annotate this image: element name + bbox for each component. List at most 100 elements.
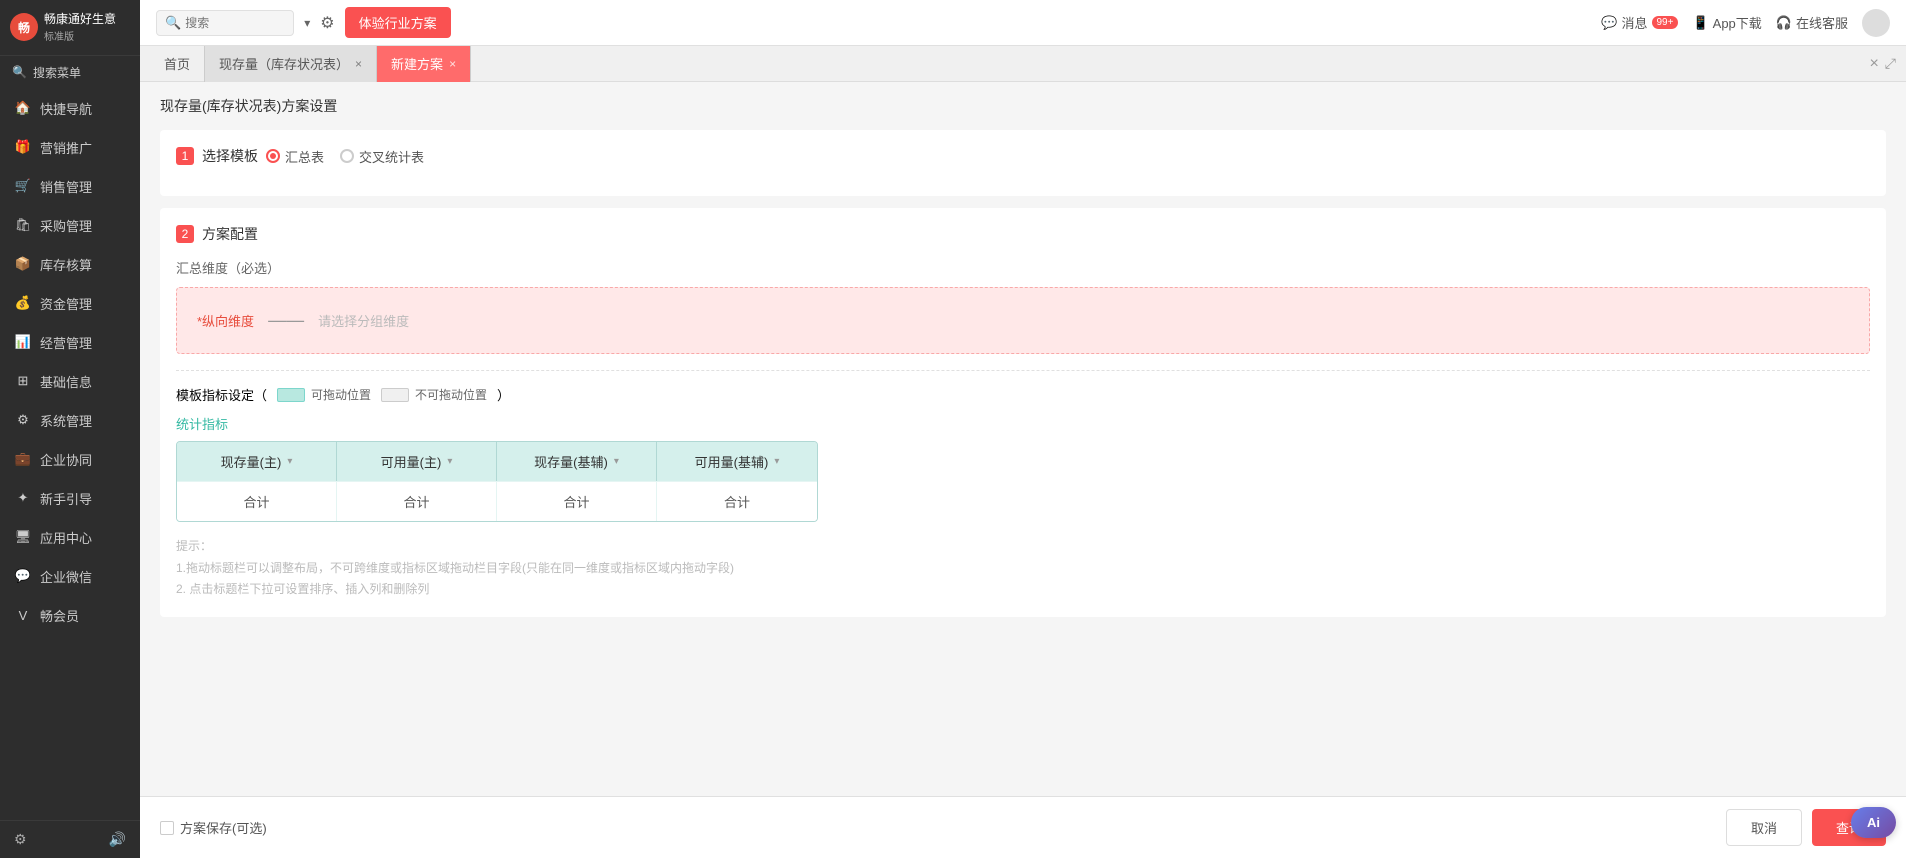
- app-download-button[interactable]: 📱 App下载: [1692, 13, 1761, 32]
- tab-new-plan-close[interactable]: ×: [449, 57, 456, 71]
- topbar-search-input[interactable]: [185, 16, 285, 30]
- indicator-col-2-chevron: ▾: [614, 456, 619, 467]
- step1-header: 1 选择模板 汇总表 交叉统计表: [176, 146, 1870, 166]
- sidebar-item-quick-nav[interactable]: 🏠 快捷导航: [0, 89, 140, 128]
- dim-arrow: ——: [268, 310, 304, 331]
- step2-header: 2 方案配置: [176, 224, 1870, 244]
- star-icon: ✦: [14, 489, 32, 507]
- indicator-col-1[interactable]: 可用量(主) ▾: [337, 442, 497, 481]
- sidebar-item-inventory[interactable]: 📦 库存核算: [0, 245, 140, 284]
- topbar-right: 💬 消息 99+ 📱 App下载 🎧 在线客服: [1601, 9, 1890, 37]
- chart-icon: 📊: [14, 333, 32, 351]
- tabbar: 首页 现存量（库存状况表） × 新建方案 × × ⤢: [140, 46, 1906, 82]
- indicator-col-1-chevron: ▾: [447, 456, 452, 467]
- indicator-col-3-label: 可用量(基辅): [695, 452, 769, 471]
- dim-placeholder: 请选择分组维度: [318, 311, 409, 330]
- radio-cross-label: 交叉统计表: [359, 147, 424, 166]
- save-option[interactable]: 方案保存(可选): [160, 818, 267, 837]
- radio-summary-dot: [266, 149, 280, 163]
- settings-icon: ⚙: [14, 411, 32, 429]
- save-checkbox[interactable]: [160, 821, 174, 835]
- sidebar-item-enterprise[interactable]: 💼 企业协同: [0, 440, 140, 479]
- radio-summary-label: 汇总表: [285, 147, 324, 166]
- indicator-col-0[interactable]: 现存量(主) ▾: [177, 442, 337, 481]
- step1-num: 1: [176, 147, 194, 165]
- topbar-gear-icon[interactable]: ⚙: [320, 13, 334, 33]
- app-logo: 畅 畅康通好生意 标准版: [0, 0, 140, 56]
- topbar: 🔍 ▾ ⚙ 体验行业方案 💬 消息 99+ 📱 App下载 🎧 在线客服: [140, 0, 1906, 46]
- audio-footer-icon[interactable]: 🔊: [109, 831, 126, 848]
- sidebar-item-marketing[interactable]: 🎁 营销推广: [0, 128, 140, 167]
- message-label: 消息: [1621, 13, 1647, 32]
- footer-bar: 方案保存(可选) 取消 查询: [140, 796, 1906, 858]
- sidebar-item-purchase[interactable]: 🛍 采购管理: [0, 206, 140, 245]
- indicator-table: 现存量(主) ▾ 可用量(主) ▾ 现存量(基辅) ▾ 可用量(基辅) ▾: [176, 441, 818, 522]
- indicator-label-row: 模板指标设定（ 可拖动位置 不可拖动位置 ）: [176, 385, 1870, 404]
- topbar-search-box[interactable]: 🔍: [156, 10, 294, 36]
- legend-draggable-box: [277, 388, 305, 402]
- message-button[interactable]: 💬 消息 99+: [1601, 13, 1678, 32]
- cart-icon: 🛒: [14, 177, 32, 195]
- sidebar-item-sales[interactable]: 🛒 销售管理: [0, 167, 140, 206]
- indicator-table-body: 合计 合计 合计 合计: [177, 481, 817, 521]
- tab-expand-icon[interactable]: ⤢: [1885, 55, 1896, 73]
- indicator-cell-0-0: 合计: [177, 482, 337, 521]
- sidebar-item-finance[interactable]: 💰 资金管理: [0, 284, 140, 323]
- message-icon: 💬: [1601, 15, 1617, 31]
- tab-inventory-status[interactable]: 现存量（库存状况表） ×: [205, 46, 377, 82]
- indicator-col-0-chevron: ▾: [287, 456, 292, 467]
- app-download-label: App下载: [1713, 13, 1762, 32]
- search-menu-label: 搜索菜单: [33, 64, 81, 81]
- sidebar-item-appstore[interactable]: 🖥 应用中心: [0, 518, 140, 557]
- box-icon: 📦: [14, 255, 32, 273]
- indicator-cell-0-3: 合计: [657, 482, 817, 521]
- sidebar-item-system[interactable]: ⚙ 系统管理: [0, 401, 140, 440]
- radio-summary[interactable]: 汇总表: [266, 147, 324, 166]
- avatar[interactable]: [1862, 9, 1890, 37]
- legend-non-draggable-box: [381, 388, 409, 402]
- tip-title: 提示：: [176, 536, 1870, 558]
- search-icon: 🔍: [12, 65, 27, 79]
- indicator-table-header: 现存量(主) ▾ 可用量(主) ▾ 现存量(基辅) ▾ 可用量(基辅) ▾: [177, 442, 817, 481]
- ai-float-button[interactable]: Ai: [1851, 807, 1896, 838]
- tip-item-1: 2. 点击标题栏下拉可设置排序、插入列和删除列: [176, 579, 1870, 601]
- tab-inventory-close[interactable]: ×: [355, 57, 362, 71]
- step2-num: 2: [176, 225, 194, 243]
- sidebar-item-newguide[interactable]: ✦ 新手引导: [0, 479, 140, 518]
- indicator-col-0-label: 现存量(主): [221, 452, 282, 471]
- topbar-dropdown-icon[interactable]: ▾: [304, 16, 310, 30]
- legend-draggable: 可拖动位置: [277, 386, 371, 403]
- search-menu[interactable]: 🔍 搜索菜单: [0, 56, 140, 89]
- customer-service-button[interactable]: 🎧 在线客服: [1776, 13, 1848, 32]
- indicator-cell-0-2: 合计: [497, 482, 657, 521]
- sidebar-item-basic[interactable]: ⊞ 基础信息: [0, 362, 140, 401]
- tab-home[interactable]: 首页: [150, 46, 205, 82]
- cancel-button[interactable]: 取消: [1726, 809, 1802, 846]
- indicator-legend-end: ）: [497, 385, 510, 404]
- sidebar-footer: ⚙ 🔊: [0, 820, 140, 858]
- step2-card: 2 方案配置 汇总维度（必选） *纵向维度 —— 请选择分组维度 模板指标设定（…: [160, 208, 1886, 617]
- legend-draggable-label: 可拖动位置: [311, 386, 371, 403]
- sidebar-item-member[interactable]: V 畅会员: [0, 596, 140, 635]
- save-option-label: 方案保存(可选): [180, 818, 267, 837]
- logo-icon: 畅: [10, 13, 38, 41]
- wechat-icon: 💬: [14, 567, 32, 585]
- sidebar-item-operation[interactable]: 📊 经营管理: [0, 323, 140, 362]
- app-version: 标准版: [44, 28, 116, 43]
- wallet-icon: 💰: [14, 294, 32, 312]
- indicator-col-3[interactable]: 可用量(基辅) ▾: [657, 442, 817, 481]
- content-area: 现存量(库存状况表)方案设置 1 选择模板 汇总表 交叉统计表: [140, 82, 1906, 796]
- indicator-col-2[interactable]: 现存量(基辅) ▾: [497, 442, 657, 481]
- tab-new-plan[interactable]: 新建方案 ×: [377, 46, 471, 82]
- dim-box[interactable]: *纵向维度 —— 请选择分组维度: [176, 287, 1870, 354]
- tab-close-all-icon[interactable]: ×: [1869, 55, 1878, 73]
- tab-home-label: 首页: [164, 54, 190, 73]
- tab-new-plan-label: 新建方案: [391, 54, 443, 73]
- industry-btn[interactable]: 体验行业方案: [345, 7, 451, 38]
- tip-item-0: 1.拖动标题栏可以调整布局，不可跨维度或指标区域拖动栏目字段(只能在同一维度或指…: [176, 558, 1870, 580]
- radio-cross[interactable]: 交叉统计表: [340, 147, 424, 166]
- vip-icon: V: [14, 606, 32, 624]
- settings-footer-icon[interactable]: ⚙: [14, 831, 27, 848]
- sidebar-item-wechat[interactable]: 💬 企业微信: [0, 557, 140, 596]
- app-name: 畅康通好生意: [44, 12, 116, 28]
